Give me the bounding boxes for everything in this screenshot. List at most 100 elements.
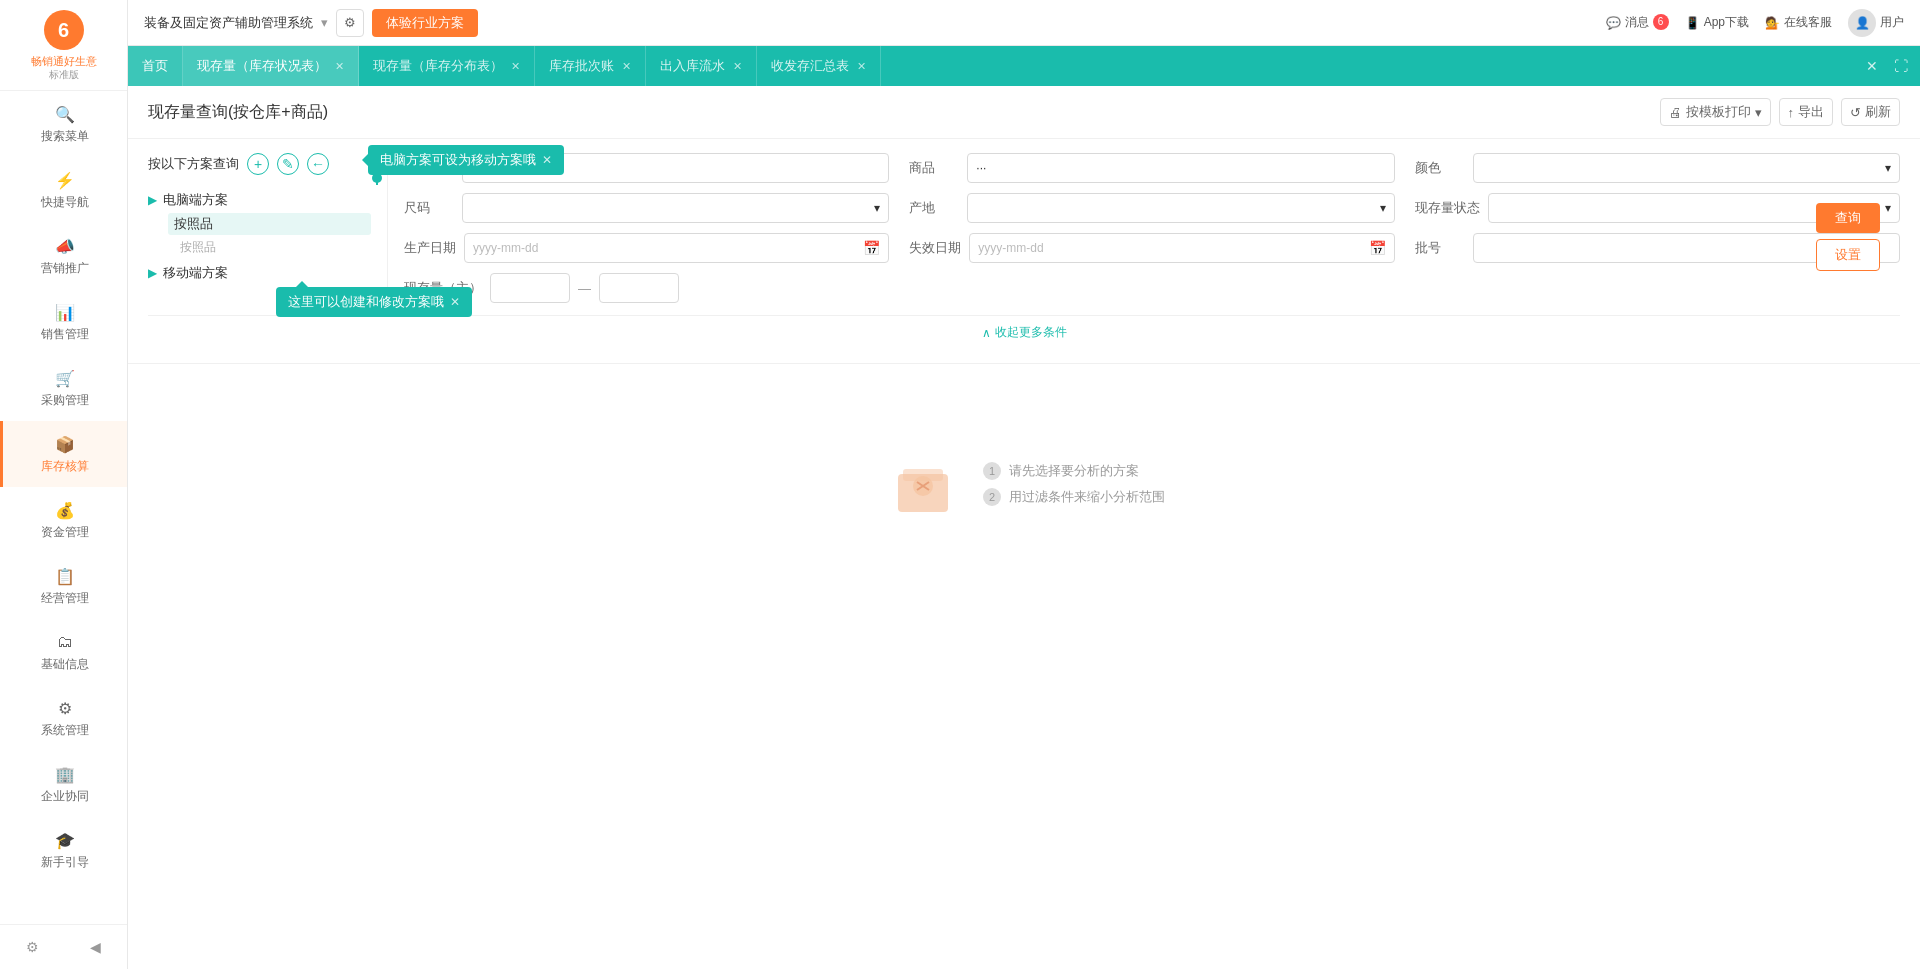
sidebar-bottom: ⚙ ◀ — [0, 924, 127, 969]
empty-hint-2-text: 用过滤条件来缩小分析范围 — [1009, 488, 1165, 506]
goods-label: 商品 — [909, 159, 959, 177]
online-support-btn[interactable]: 💁 在线客服 — [1765, 14, 1832, 31]
expiry-date-calendar-icon[interactable]: 📅 — [1369, 240, 1386, 256]
search-btn[interactable]: 查询 — [1816, 203, 1880, 233]
sidebar-item-sales[interactable]: 📊 销售管理 — [0, 289, 127, 355]
desktop-scheme-child[interactable]: 按照品 — [168, 213, 371, 235]
settings-bottom-btn[interactable]: ⚙ — [22, 935, 43, 959]
sidebar-item-quick[interactable]: ⚡ 快捷导航 — [0, 157, 127, 223]
purchase-icon: 🛒 — [54, 367, 76, 389]
tab-home[interactable]: 首页 — [128, 46, 183, 86]
logo-area: 6 畅销通好生意 标准版 — [0, 0, 127, 91]
desktop-scheme-sub: 按照品 按照品 — [168, 213, 371, 260]
filter-label: 按以下方案查询 — [148, 155, 239, 173]
sidebar-item-guide[interactable]: 🎓 新手引导 — [0, 817, 127, 883]
reset-btn[interactable]: 设置 — [1816, 239, 1880, 271]
sidebar-item-operations-label: 经营管理 — [41, 590, 89, 607]
tab-stock-status[interactable]: 现存量（库存状况表） ✕ — [183, 46, 359, 86]
scheme-tooltip-close[interactable]: ✕ — [542, 153, 552, 167]
collapse-icon: ∧ — [982, 326, 991, 340]
collapse-label: 收起更多条件 — [995, 324, 1067, 341]
sidebar-item-inventory[interactable]: 📦 库存核算 — [0, 421, 127, 487]
page-title: 现存量查询(按仓库+商品) — [148, 102, 328, 123]
origin-select[interactable]: ▾ — [967, 193, 1394, 223]
scheme-tree: ▶ 电脑端方案 按照品 按照品 — [148, 187, 371, 286]
tab-receive[interactable]: 收发存汇总表 ✕ — [757, 46, 881, 86]
logo-badge: 标准版 — [49, 68, 79, 82]
desktop-scheme-node[interactable]: ▶ 电脑端方案 — [148, 187, 371, 213]
sidebar-item-enterprise[interactable]: 🏢 企业协同 — [0, 751, 127, 817]
tab-fullscreen-icon[interactable]: ⛶ — [1890, 56, 1912, 76]
tab-receive-close[interactable]: ✕ — [857, 60, 866, 73]
empty-texts: 1 请先选择要分析的方案 2 用过滤条件来缩小分析范围 — [983, 462, 1165, 506]
edit-scheme-btn[interactable]: ✎ — [277, 153, 299, 175]
app-download-btn[interactable]: 📱 App下载 — [1685, 14, 1749, 31]
filter-main: 按以下方案查询 + ✎ ← ▶ 电脑端方案 — [148, 153, 1900, 303]
online-support-label: 在线客服 — [1784, 14, 1832, 31]
sidebar-item-marketing[interactable]: 📣 营销推广 — [0, 223, 127, 289]
export-btn[interactable]: ↑ 导出 — [1779, 98, 1834, 126]
batch-label: 批号 — [1415, 239, 1465, 257]
tab-stock-dist-close[interactable]: ✕ — [511, 60, 520, 73]
desktop-scheme-child2[interactable]: 按照品 — [168, 235, 371, 260]
goods-select[interactable]: ··· — [967, 153, 1394, 183]
tab-close-all-icon[interactable]: ✕ — [1862, 56, 1882, 76]
trial-btn[interactable]: 体验行业方案 — [372, 9, 478, 37]
refresh-btn[interactable]: ↺ 刷新 — [1841, 98, 1900, 126]
tab-stock-batch[interactable]: 库存批次账 ✕ — [535, 46, 646, 86]
notification-label: 消息 — [1625, 14, 1649, 31]
notification-icon: 💬 — [1606, 16, 1621, 30]
collapse-sidebar-btn[interactable]: ◀ — [86, 935, 105, 959]
sidebar-item-sales-label: 销售管理 — [41, 326, 89, 343]
logo-text: 畅销通好生意 — [31, 54, 97, 68]
sidebar-item-marketing-label: 营销推广 — [41, 260, 89, 277]
phone-icon: 📱 — [1685, 16, 1700, 30]
collapse-bar[interactable]: ∧ 收起更多条件 — [148, 315, 1900, 349]
stock-main-dash: — — [578, 281, 591, 296]
refresh-icon: ↺ — [1850, 105, 1861, 120]
inventory-icon: 📦 — [54, 433, 76, 455]
back-scheme-btn[interactable]: ← — [307, 153, 329, 175]
operations-icon: 📋 — [54, 565, 76, 587]
size-select[interactable]: ▾ — [462, 193, 889, 223]
filter-row-production-date: 生产日期 yyyy-mm-dd 📅 — [404, 233, 889, 263]
notification-btn[interactable]: 💬 消息 6 — [1606, 14, 1669, 31]
sales-icon: 📊 — [54, 301, 76, 323]
production-date-placeholder: yyyy-mm-dd — [473, 241, 538, 255]
user-label: 用户 — [1880, 14, 1904, 31]
tab-stock-status-close[interactable]: ✕ — [335, 60, 344, 73]
sidebar-nav: 🔍 搜索菜单 ⚡ 快捷导航 📣 营销推广 📊 销售管理 🛒 采购管理 📦 库存核… — [0, 91, 127, 924]
sidebar-item-guide-label: 新手引导 — [41, 854, 89, 871]
color-select[interactable]: ▾ — [1473, 153, 1900, 183]
production-date-calendar-icon[interactable]: 📅 — [863, 240, 880, 256]
sidebar-item-purchase[interactable]: 🛒 采购管理 — [0, 355, 127, 421]
system-dropdown-icon[interactable]: ▾ — [321, 15, 328, 30]
sidebar-item-basic[interactable]: 🗂 基础信息 — [0, 619, 127, 685]
tab-in-out-close[interactable]: ✕ — [733, 60, 742, 73]
add-scheme-btn[interactable]: + — [247, 153, 269, 175]
tab-stock-batch-close[interactable]: ✕ — [622, 60, 631, 73]
stock-main-input-to[interactable] — [599, 273, 679, 303]
scheme-edit-tooltip-text: 这里可以创建和修改方案哦 — [288, 293, 444, 311]
scheme-tooltip: 电脑方案可设为移动方案哦 ✕ — [368, 145, 564, 175]
scheme-edit-tooltip-close[interactable]: ✕ — [450, 295, 460, 309]
stock-main-input-from[interactable] — [490, 273, 570, 303]
sidebar-item-finance[interactable]: 💰 资金管理 — [0, 487, 127, 553]
sidebar-item-system[interactable]: ⚙ 系统管理 — [0, 685, 127, 751]
filter-area: 电脑方案可设为移动方案哦 ✕ 这里可以创建和修改方案哦 ✕ 按以下方案查询 — [128, 139, 1920, 364]
sidebar-item-operations[interactable]: 📋 经营管理 — [0, 553, 127, 619]
empty-num-1: 1 — [983, 462, 1001, 480]
tab-stock-dist[interactable]: 现存量（库存分布表） ✕ — [359, 46, 535, 86]
tab-in-out[interactable]: 出入库流水 ✕ — [646, 46, 757, 86]
user-avatar-btn[interactable]: 👤 用户 — [1848, 9, 1904, 37]
notification-count: 6 — [1653, 14, 1669, 30]
mobile-scheme-node[interactable]: ▶ 移动端方案 — [148, 260, 371, 286]
settings-gear-btn[interactable]: ⚙ — [336, 9, 364, 37]
sidebar-item-search[interactable]: 🔍 搜索菜单 — [0, 91, 127, 157]
empty-svg — [883, 444, 963, 524]
sidebar-item-basic-label: 基础信息 — [41, 656, 89, 673]
expiry-date-input[interactable]: yyyy-mm-dd 📅 — [969, 233, 1394, 263]
goods-dots: ··· — [976, 161, 986, 175]
production-date-input[interactable]: yyyy-mm-dd 📅 — [464, 233, 889, 263]
print-btn[interactable]: 🖨 按模板打印 ▾ — [1660, 98, 1771, 126]
